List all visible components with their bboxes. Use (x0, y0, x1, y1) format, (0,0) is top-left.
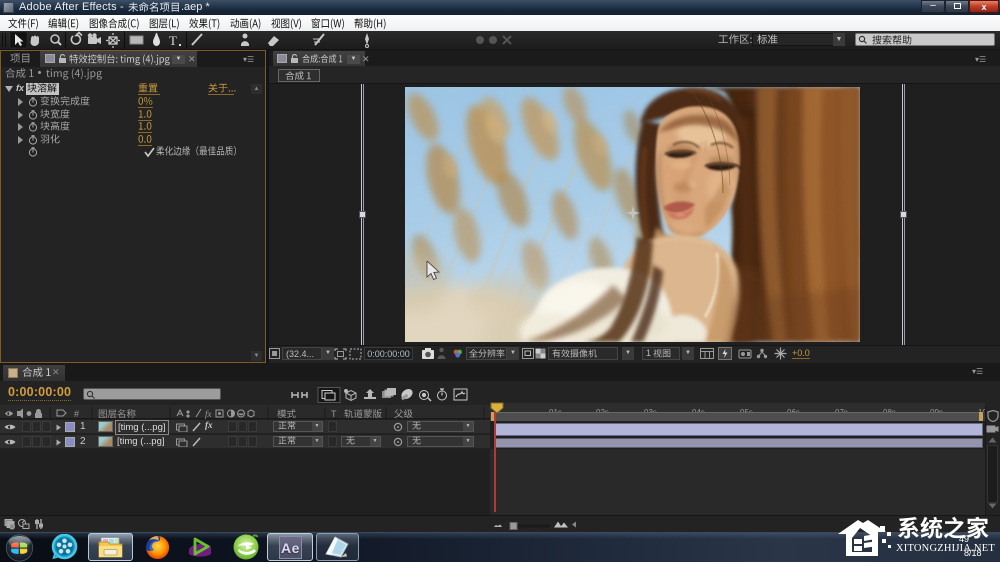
svg-text:#: # (74, 409, 79, 419)
svg-text:fx: fx (205, 409, 212, 419)
svg-text:T: T (331, 409, 337, 419)
svg-text:T: T (169, 33, 177, 48)
